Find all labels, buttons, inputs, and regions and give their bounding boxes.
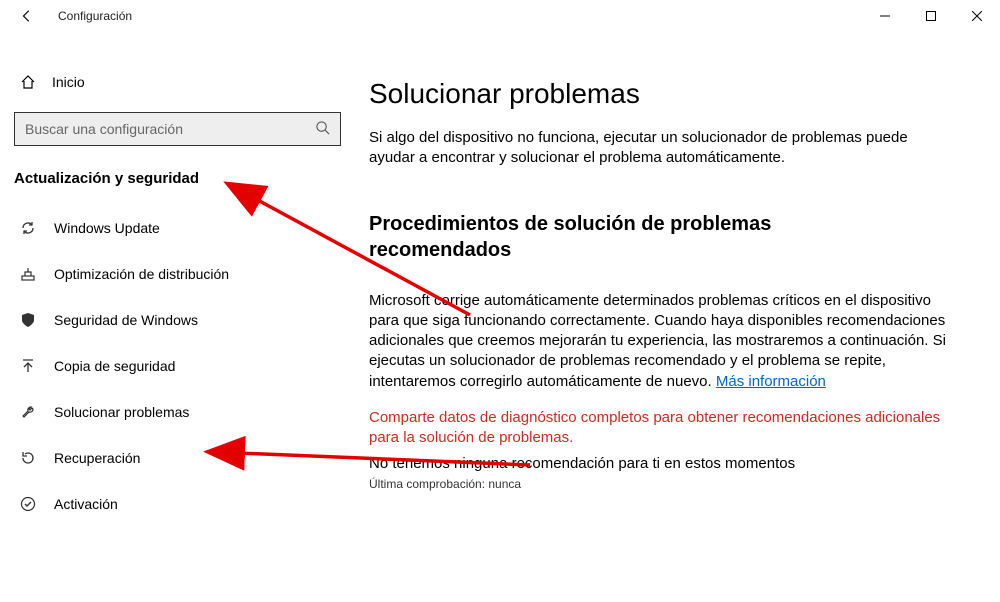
page-title: Solucionar problemas <box>369 78 962 110</box>
minimize-button[interactable] <box>862 0 908 32</box>
search-input[interactable]: Buscar una configuración <box>14 112 341 146</box>
no-recommendations: No tenemos ninguna recomendación para ti… <box>369 454 949 474</box>
nav-label: Recuperación <box>54 450 140 466</box>
nav-label: Activación <box>54 496 118 512</box>
back-button[interactable] <box>18 7 36 25</box>
shield-icon <box>18 310 38 330</box>
sidebar-item-troubleshoot[interactable]: Solucionar problemas <box>0 389 355 435</box>
recovery-icon <box>18 448 38 468</box>
search-icon <box>315 120 330 138</box>
sync-icon <box>18 218 38 238</box>
section-heading: Procedimientos de solución de problemas … <box>369 211 889 263</box>
sidebar-item-recovery[interactable]: Recuperación <box>0 435 355 481</box>
nav-label: Optimización de distribución <box>54 266 229 282</box>
main-content: Solucionar problemas Si algo del disposi… <box>355 32 1000 602</box>
body-text: Microsoft corrige automáticamente determ… <box>369 291 949 392</box>
window-title: Configuración <box>58 9 862 23</box>
close-button[interactable] <box>954 0 1000 32</box>
last-check-meta: Última comprobación: nunca <box>369 477 962 491</box>
home-label: Inicio <box>52 74 85 90</box>
nav-label: Windows Update <box>54 220 160 236</box>
backup-icon <box>18 356 38 376</box>
wrench-icon <box>18 402 38 422</box>
check-icon <box>18 494 38 514</box>
home-nav[interactable]: Inicio <box>0 64 355 100</box>
sidebar-item-backup[interactable]: Copia de seguridad <box>0 343 355 389</box>
search-placeholder: Buscar una configuración <box>25 121 315 137</box>
more-info-link[interactable]: Más información <box>716 373 826 390</box>
diagnostic-warning[interactable]: Comparte datos de diagnóstico completos … <box>369 408 949 449</box>
maximize-button[interactable] <box>908 0 954 32</box>
home-icon <box>18 74 38 90</box>
sidebar-item-windows-update[interactable]: Windows Update <box>0 205 355 251</box>
sidebar-item-windows-security[interactable]: Seguridad de Windows <box>0 297 355 343</box>
nav-label: Solucionar problemas <box>54 404 189 420</box>
sidebar-item-delivery-optimization[interactable]: Optimización de distribución <box>0 251 355 297</box>
nav-label: Copia de seguridad <box>54 358 175 374</box>
delivery-icon <box>18 264 38 284</box>
body-paragraph: Microsoft corrige automáticamente determ… <box>369 292 946 390</box>
title-bar: Configuración <box>0 0 1000 32</box>
sidebar: Inicio Buscar una configuración Actualiz… <box>0 32 355 602</box>
intro-text: Si algo del dispositivo no funciona, eje… <box>369 128 929 169</box>
nav-label: Seguridad de Windows <box>54 312 198 328</box>
sidebar-item-activation[interactable]: Activación <box>0 481 355 527</box>
sidebar-section-heading: Actualización y seguridad <box>0 158 355 205</box>
